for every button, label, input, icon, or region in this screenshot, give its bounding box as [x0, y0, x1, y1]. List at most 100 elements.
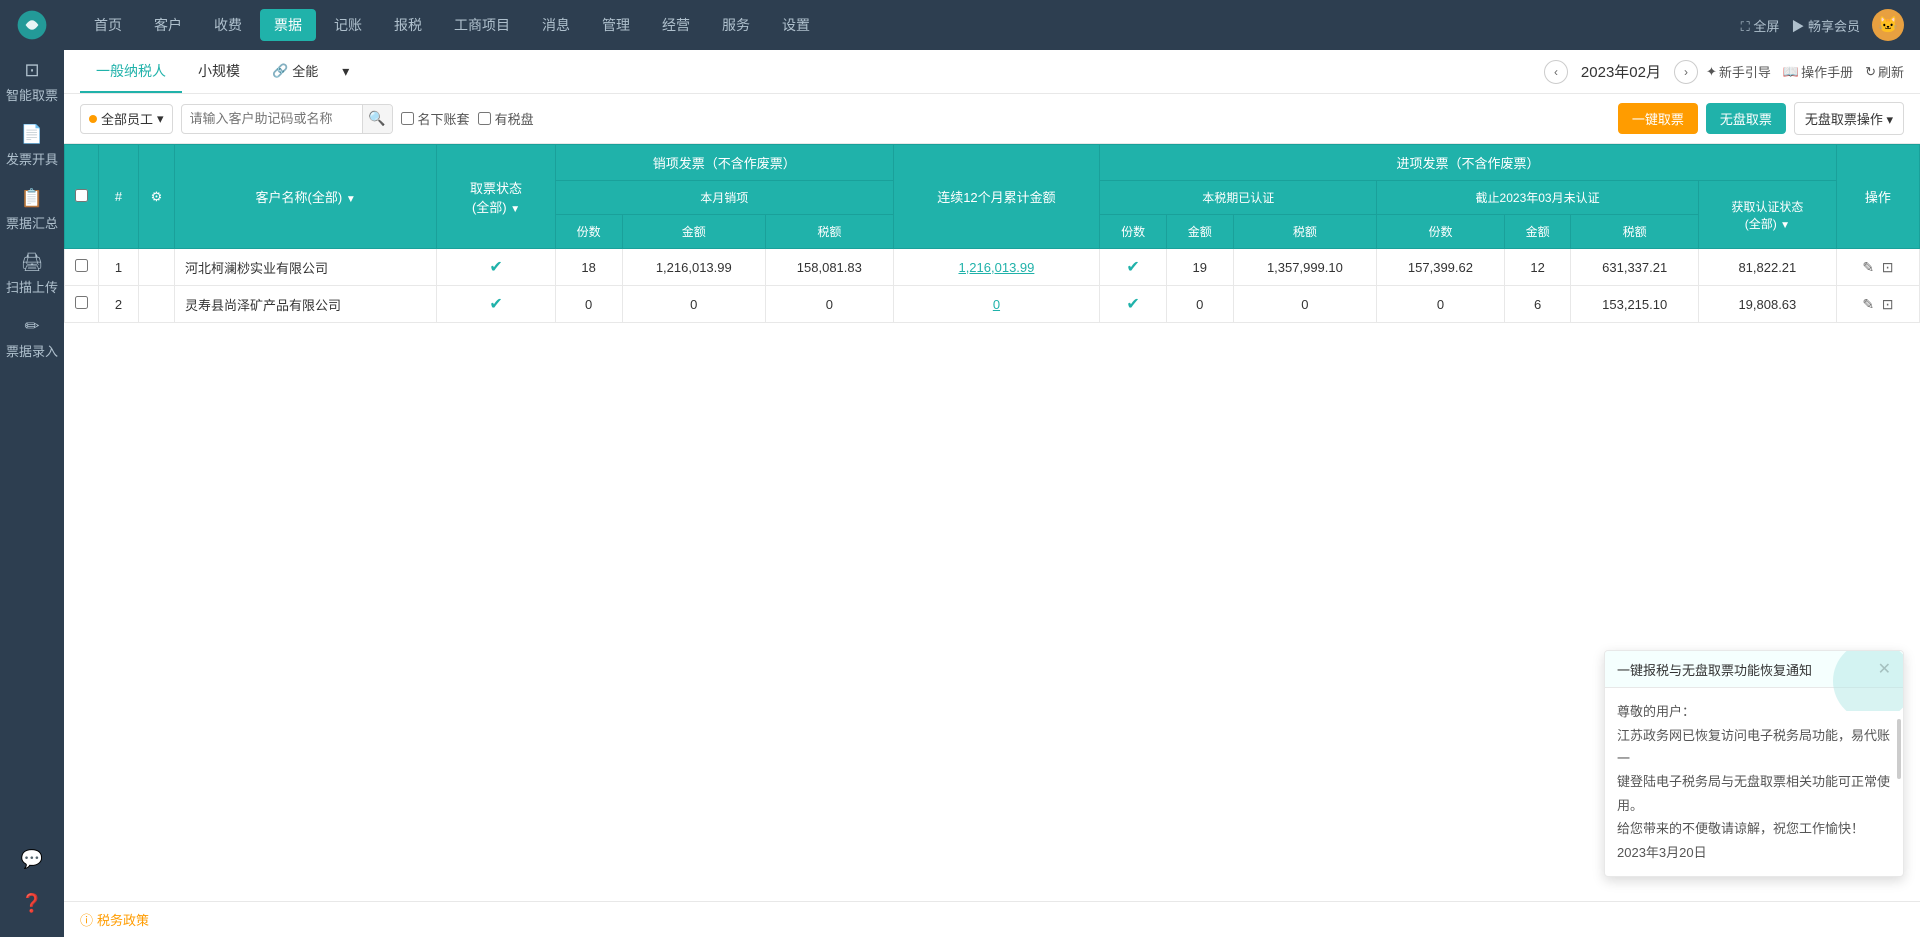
month-prev-btn[interactable]: ‹ [1544, 60, 1568, 84]
row-puncert-count: 6 [1504, 286, 1571, 323]
th-cumulative: 连续12个月累计金额 [893, 145, 1100, 249]
edit-icon[interactable]: ✎ [1862, 259, 1874, 275]
manual-btn[interactable]: 📖 操作手册 [1783, 62, 1853, 81]
nav-bookkeeping[interactable]: 记账 [320, 9, 376, 41]
th-sales-count: 份数 [555, 215, 622, 249]
fullscreen-btn[interactable]: ⛶ 全屏 [1741, 16, 1780, 35]
notification-scrollbar[interactable] [1897, 719, 1901, 779]
notification-header: 一键报税与无盘取票功能恢复通知 ✕ [1605, 651, 1903, 688]
month-nav: ‹ 2023年02月 › [1544, 60, 1698, 84]
subtab-general[interactable]: 一般纳税人 [80, 51, 182, 93]
sidebar-logo[interactable] [0, 0, 64, 50]
no-disk-retrieve-btn[interactable]: 无盘取票 [1706, 103, 1786, 134]
th-num: # [99, 145, 139, 249]
row-puncert-amount: 153,215.10 [1571, 286, 1699, 323]
notification-popup: 一键报税与无盘取票功能恢复通知 ✕ 尊敬的用户： 江苏政务网已恢复访问电子税务局… [1604, 650, 1904, 877]
row-pcert-tax: 0 [1377, 286, 1505, 323]
subtab-small[interactable]: 小规模 [182, 51, 256, 93]
row-checkbox[interactable] [65, 249, 99, 286]
sidebar-item-label: 发票开具 [6, 149, 58, 168]
row-num: 1 [99, 249, 139, 286]
nav-service[interactable]: 服务 [708, 9, 764, 41]
th-purchase-group: 进项发票（不含作废票） [1100, 145, 1837, 181]
row-pcert-amount: 1,357,999.10 [1233, 249, 1377, 286]
user-avatar[interactable]: 🐱 [1872, 9, 1904, 41]
nav-billing[interactable]: 收费 [200, 9, 256, 41]
nav-settings[interactable]: 设置 [768, 9, 824, 41]
month-next-btn[interactable]: › [1674, 60, 1698, 84]
select-all-checkbox[interactable] [75, 189, 88, 202]
th-not-certified: 截止2023年03月未认证 [1377, 181, 1699, 215]
row-pcert-count: 0 [1166, 286, 1233, 323]
sidebar-item-smart-retrieve[interactable]: ⊡ 智能取票 [0, 50, 64, 114]
row-cumulative[interactable]: 1,216,013.99 [893, 249, 1100, 286]
sidebar-item-invoice-summary[interactable]: 📋 票据汇总 [0, 178, 64, 242]
search-input[interactable] [182, 111, 362, 126]
check-my-accounts-input[interactable] [401, 112, 414, 125]
th-pcert-tax: 税额 [1233, 215, 1377, 249]
invoice-summary-icon: 📋 [21, 188, 43, 209]
toolbar: 全部员工 ▾ 🔍 名下账套 有税盘 一键取票 无盘取票 无盘取票操作 ▾ [64, 94, 1920, 144]
row-cumulative[interactable]: 0 [893, 286, 1100, 323]
th-select-all[interactable] [65, 145, 99, 249]
nav-manage[interactable]: 管理 [588, 9, 644, 41]
one-click-retrieve-btn[interactable]: 一键取票 [1618, 103, 1698, 134]
edit-icon[interactable]: ✎ [1862, 296, 1874, 312]
check-my-accounts[interactable]: 名下账套 [401, 109, 470, 128]
subtab-more[interactable]: ▾ [334, 53, 357, 90]
nav-customer[interactable]: 客户 [140, 9, 196, 41]
copy-icon[interactable]: ⊡ [1882, 259, 1894, 275]
th-retrieve-status[interactable]: 取票状态(全部) ▼ [437, 145, 556, 249]
sidebar-help-icon[interactable]: ❓ [0, 885, 64, 921]
search-button[interactable]: 🔍 [362, 104, 392, 134]
nav-operation[interactable]: 经营 [648, 9, 704, 41]
th-cert-status[interactable]: 获取认证状态(全部) ▼ [1698, 181, 1836, 249]
row-ops-icon [139, 286, 175, 323]
th-period-certified: 本税期已认证 [1100, 181, 1377, 215]
topnav-right: ⛶ 全屏 ▶ 畅享会员 🐱 [1741, 9, 1904, 41]
no-disk-ops-btn[interactable]: 无盘取票操作 ▾ [1794, 102, 1904, 135]
tax-policy-link[interactable]: ⓘ 税务政策 [80, 910, 149, 929]
subtab-all[interactable]: 🔗 全能 [256, 51, 334, 92]
check-has-disk[interactable]: 有税盘 [478, 109, 534, 128]
issue-invoice-icon: 📄 [21, 124, 43, 145]
member-btn[interactable]: ▶ 畅享会员 [1791, 16, 1860, 35]
nav-message[interactable]: 消息 [528, 9, 584, 41]
th-gear[interactable]: ⚙ [139, 145, 175, 249]
row-puncert-tax: 81,822.21 [1698, 249, 1836, 286]
row-sales-tax: 0 [766, 286, 894, 323]
all-tab-icon: 🔗 [272, 63, 288, 79]
nav-home[interactable]: 首页 [80, 9, 136, 41]
sidebar-chat-icon[interactable]: 💬 [0, 841, 64, 877]
row-pcert-amount: 0 [1233, 286, 1377, 323]
row-puncert-tax: 19,808.63 [1698, 286, 1836, 323]
notification-title: 一键报税与无盘取票功能恢复通知 [1617, 660, 1812, 679]
nav-tax[interactable]: 报税 [380, 9, 436, 41]
employee-filter[interactable]: 全部员工 ▾ [80, 104, 173, 134]
nav-business[interactable]: 工商项目 [440, 9, 524, 41]
sidebar-item-scan-upload[interactable]: 🖨 扫描上传 [0, 242, 64, 306]
filter-dot [89, 115, 97, 123]
row-action-btns: ✎ ⊡ [1836, 249, 1919, 286]
sidebar-item-issue-invoice[interactable]: 📄 发票开具 [0, 114, 64, 178]
th-customer: 客户名称(全部) ▼ [175, 145, 437, 249]
sidebar-item-data-entry[interactable]: ✏ 票据录入 [0, 306, 64, 370]
copy-icon[interactable]: ⊡ [1882, 296, 1894, 312]
row-sales-amount: 1,216,013.99 [622, 249, 766, 286]
th-month-sales: 本月销项 [555, 181, 893, 215]
row-num: 2 [99, 286, 139, 323]
notification-close-btn[interactable]: ✕ [1878, 659, 1891, 679]
refresh-btn[interactable]: ↻ 刷新 [1865, 62, 1904, 81]
row-checkbox[interactable] [65, 286, 99, 323]
sidebar-bottom: 💬 ❓ [0, 841, 64, 937]
search-wrap: 🔍 [181, 104, 393, 134]
th-pcert-count: 份数 [1100, 215, 1167, 249]
th-sales-amount: 金额 [622, 215, 766, 249]
nav-invoice[interactable]: 票据 [260, 9, 316, 41]
th-sales-tax: 税额 [766, 215, 894, 249]
th-puncert-tax: 税额 [1571, 215, 1699, 249]
notification-line: 给您带来的不便敬请谅解，祝您工作愉快！ [1617, 817, 1891, 840]
check-has-disk-input[interactable] [478, 112, 491, 125]
guide-btn[interactable]: ✦ 新手引导 [1706, 62, 1771, 81]
row-ops-icon [139, 249, 175, 286]
